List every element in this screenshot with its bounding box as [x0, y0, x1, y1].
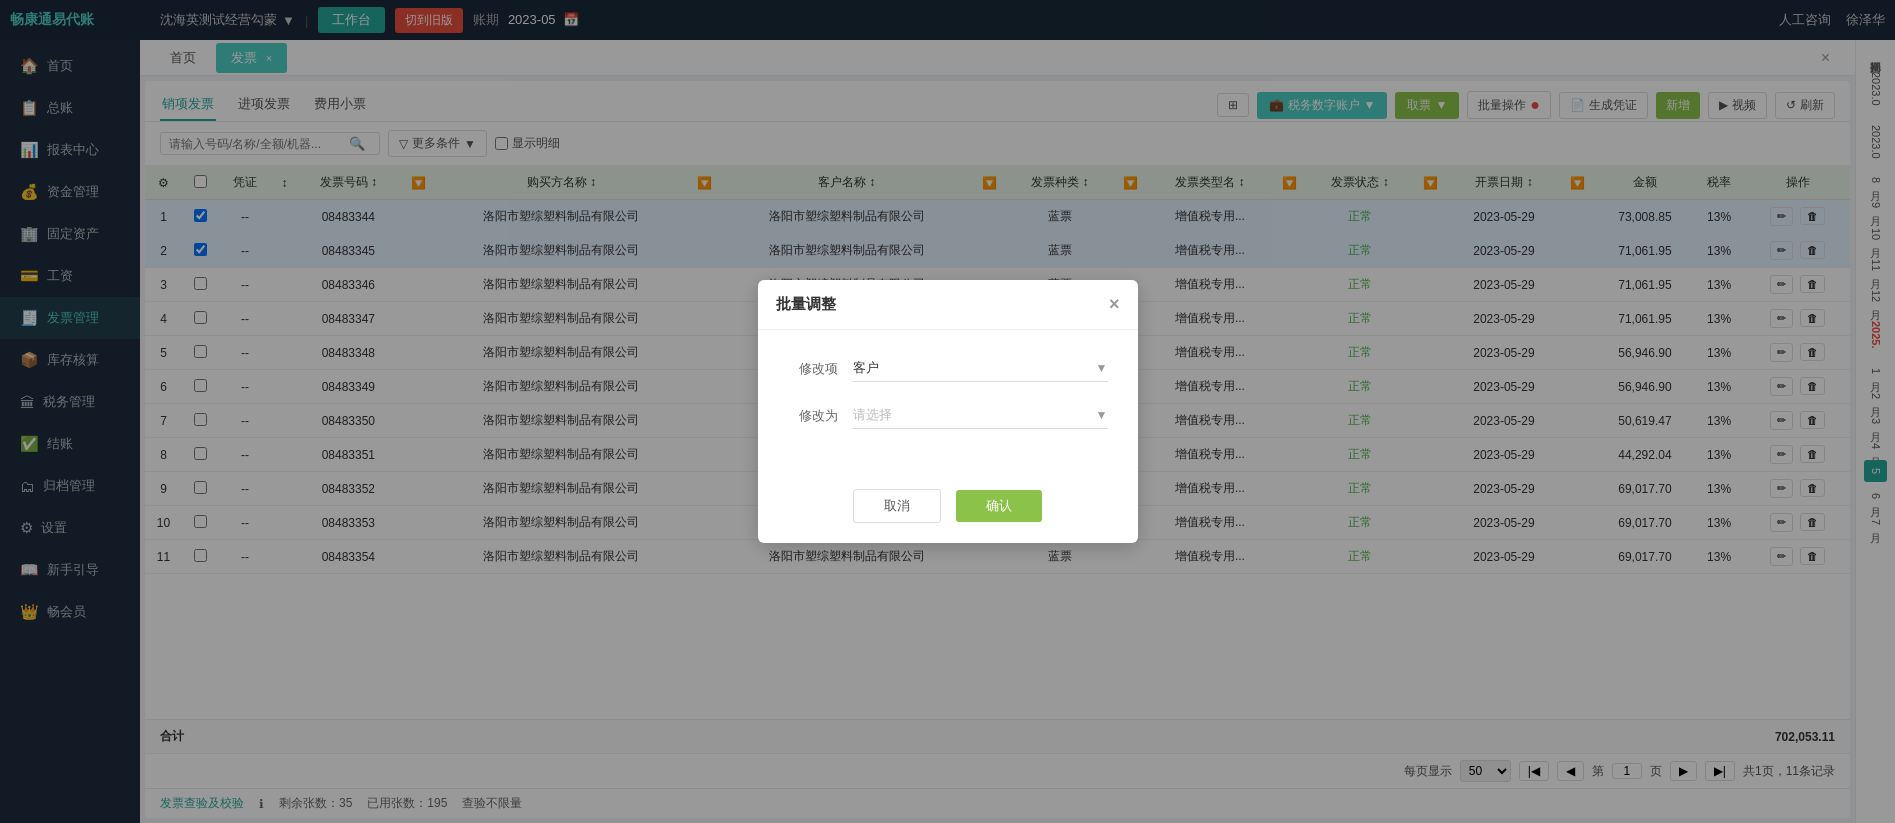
modify-field-dropdown-icon[interactable]: ▼ [1096, 361, 1108, 375]
modify-field-value: 客户 [853, 359, 1096, 377]
modify-to-select[interactable]: 请选择 ▼ [853, 402, 1108, 429]
modify-to-dropdown-icon[interactable]: ▼ [1096, 408, 1108, 422]
modal-confirm-btn[interactable]: 确认 [956, 490, 1042, 522]
modal-box: 批量调整 × 修改项 客户 ▼ 修改为 请选择 ▼ 取消 确认 [758, 280, 1138, 543]
modal-header: 批量调整 × [758, 280, 1138, 330]
modal-cancel-btn[interactable]: 取消 [853, 489, 941, 523]
modal-body: 修改项 客户 ▼ 修改为 请选择 ▼ [758, 330, 1138, 474]
modal-modify-to-field: 修改为 请选择 ▼ [788, 402, 1108, 429]
modify-to-label: 修改为 [788, 407, 838, 425]
modal-footer: 取消 确认 [758, 474, 1138, 543]
modal-overlay: 批量调整 × 修改项 客户 ▼ 修改为 请选择 ▼ 取消 确认 [0, 0, 1895, 823]
modal-modify-field: 修改项 客户 ▼ [788, 355, 1108, 382]
modify-field-label: 修改项 [788, 360, 838, 378]
modify-field-select[interactable]: 客户 ▼ [853, 355, 1108, 382]
modal-close-btn[interactable]: × [1109, 294, 1120, 315]
modal-title: 批量调整 [776, 295, 836, 314]
modify-to-placeholder: 请选择 [853, 406, 1096, 424]
